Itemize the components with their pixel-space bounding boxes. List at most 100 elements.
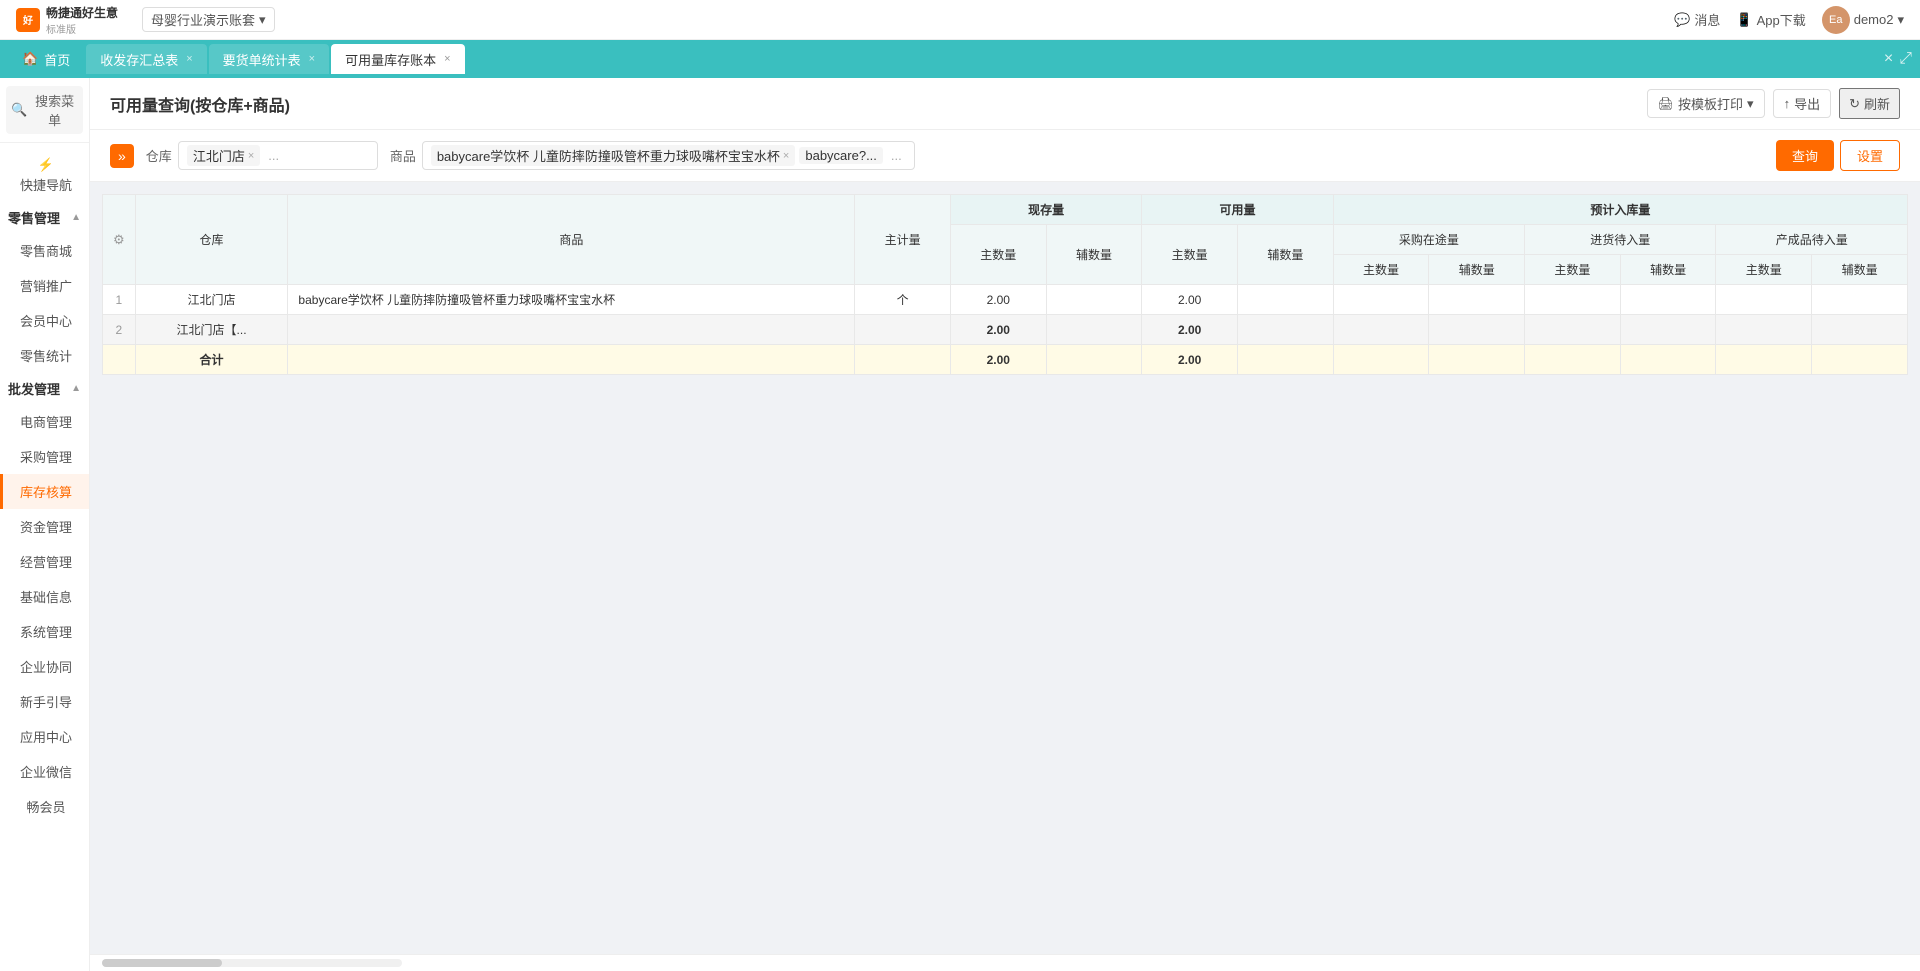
message-icon: 💬 (1674, 12, 1690, 28)
finance-label: 资金管理 (20, 517, 72, 536)
page-header: 可用量查询(按仓库+商品) 🖨 按模板打印 ▾ ↑ 导出 ↻ 刷新 (90, 78, 1920, 130)
tab-available-stock[interactable]: 可用量库存账本 × (331, 44, 464, 74)
refresh-label: 刷新 (1864, 94, 1890, 113)
wholesale-arrow-icon: ▲ (71, 383, 81, 394)
sidebar-item-newguide[interactable]: 新手引导 (0, 684, 89, 719)
tab-receive-send-close[interactable]: × (186, 53, 192, 65)
product-input[interactable]: babycare学饮杯 儿童防摔防撞吸管杯重力球吸嘴杯宝宝水杯 × babyca… (422, 141, 915, 170)
nav-tabs-actions: × ⤢ (1884, 50, 1912, 68)
row1-no: 1 (103, 285, 136, 315)
product-tag1: babycare学饮杯 儿童防摔防撞吸管杯重力球吸嘴杯宝宝水杯 × (431, 145, 796, 166)
sidebar-item-purchase[interactable]: 采购管理 (0, 439, 89, 474)
product-label: 商品 (390, 146, 416, 165)
sidebar-item-finance[interactable]: 资金管理 (0, 509, 89, 544)
product-tag1-remove[interactable]: × (783, 150, 789, 162)
app-download-btn[interactable]: 📱 App下载 (1736, 10, 1805, 29)
summary-empty2 (288, 345, 855, 375)
retail-stats-label: 零售统计 (20, 346, 72, 365)
th-arrival-aux: 辅数量 (1620, 255, 1716, 285)
brand-logo: 好 畅捷通好生意 标准版 (16, 4, 118, 36)
appcenter-label: 应用中心 (20, 727, 72, 746)
sidebar-item-basics[interactable]: 基础信息 (0, 579, 89, 614)
warehouse-tag-remove[interactable]: × (248, 150, 254, 162)
row1-unit: 个 (855, 285, 951, 315)
warehouse-more[interactable]: ... (264, 148, 283, 163)
nav-tabs: 🏠 首页 收发存汇总表 × 要货单统计表 × 可用量库存账本 × × ⤢ (0, 40, 1920, 78)
row1-warehouse: 江北门店 (135, 285, 288, 315)
summary-row: 合计 2.00 2.00 (103, 345, 1908, 375)
tab-available-stock-close[interactable]: × (444, 53, 450, 65)
summary-production-main (1716, 345, 1812, 375)
quick-nav-icon: ⚡ (38, 157, 54, 173)
sidebar-item-wechat[interactable]: 企业微信 (0, 754, 89, 789)
table-wrap: ⚙ 仓库 商品 主计量 现存量 可用量 预计入库量 主数量 辅数量 主数量 辅数… (90, 182, 1920, 954)
sidebar-item-ecommerce[interactable]: 电商管理 (0, 404, 89, 439)
sidebar-group-retail[interactable]: 零售管理 ▲ (0, 202, 89, 233)
brand-name: 畅捷通好生意 (46, 4, 118, 21)
sidebar-group-wholesale[interactable]: 批发管理 ▲ (0, 373, 89, 404)
fullscreen-btn[interactable]: ⤢ (1899, 50, 1912, 68)
industry-selector[interactable]: 母婴行业演示账套 ▾ (142, 7, 275, 32)
th-production-main: 主数量 (1716, 255, 1812, 285)
settings-icon[interactable]: ⚙ (113, 232, 125, 247)
query-btn[interactable]: 查询 (1776, 140, 1834, 171)
row2-unit (855, 315, 951, 345)
retail-shop-label: 零售商城 (20, 241, 72, 260)
operations-label: 经营管理 (20, 552, 72, 571)
message-label: 消息 (1694, 10, 1720, 29)
sidebar-item-appcenter[interactable]: 应用中心 (0, 719, 89, 754)
top-bar-right: 💬 消息 📱 App下载 Ea demo2 ▾ (1674, 6, 1904, 34)
row2-arrival-main (1525, 315, 1621, 345)
sidebar-item-enterprise[interactable]: 企业协同 (0, 649, 89, 684)
filter-toggle-btn[interactable]: » (110, 144, 134, 168)
sidebar-item-marketing[interactable]: 营销推广 (0, 268, 89, 303)
warehouse-tag-value: 江北门店 (193, 146, 245, 165)
tab-order-stats-label: 要货单统计表 (223, 50, 301, 69)
row1-production-main (1716, 285, 1812, 315)
summary-purchase-main (1333, 345, 1429, 375)
th-purchase-main: 主数量 (1333, 255, 1429, 285)
retail-arrow-icon: ▲ (71, 212, 81, 223)
sidebar-item-member2[interactable]: 畅会员 (0, 789, 89, 824)
tab-home[interactable]: 🏠 首页 (8, 44, 84, 74)
retail-label: 零售管理 (8, 208, 60, 227)
th-product: 商品 (288, 195, 855, 285)
sidebar-item-inventory[interactable]: 库存核算 (0, 474, 89, 509)
export-btn[interactable]: ↑ 导出 (1773, 89, 1832, 118)
tab-order-stats-close[interactable]: × (309, 53, 315, 65)
ecommerce-label: 电商管理 (20, 412, 72, 431)
sidebar-item-retail-shop[interactable]: 零售商城 (0, 233, 89, 268)
tab-receive-send-label: 收发存汇总表 (100, 50, 178, 69)
tab-order-stats[interactable]: 要货单统计表 × (209, 44, 329, 74)
th-settings[interactable]: ⚙ (103, 195, 136, 285)
template-print-btn[interactable]: 🖨 按模板打印 ▾ (1647, 89, 1765, 118)
setting-btn[interactable]: 设置 (1840, 140, 1900, 171)
row1-avail-aux (1238, 285, 1334, 315)
th-avail-aux: 辅数量 (1238, 225, 1334, 285)
user-menu[interactable]: Ea demo2 ▾ (1822, 6, 1904, 34)
product-more[interactable]: ... (887, 148, 906, 163)
message-btn[interactable]: 💬 消息 (1674, 10, 1720, 29)
scrollbar-track[interactable] (102, 959, 402, 967)
warehouse-input[interactable]: 江北门店 × ... (178, 141, 378, 170)
row2-avail-aux (1238, 315, 1334, 345)
member2-label: 畅会员 (26, 797, 65, 816)
sidebar-item-retail-stats[interactable]: 零售统计 (0, 338, 89, 373)
member-label: 会员中心 (20, 311, 72, 330)
tab-receive-send[interactable]: 收发存汇总表 × (86, 44, 206, 74)
th-stock-group: 现存量 (950, 195, 1141, 225)
refresh-btn[interactable]: ↻ 刷新 (1839, 88, 1900, 119)
scrollbar-thumb[interactable] (102, 959, 222, 967)
summary-stock-aux (1046, 345, 1142, 375)
wechat-label: 企业微信 (20, 762, 72, 781)
th-stock-main: 主数量 (950, 225, 1046, 285)
tab-home-label: 首页 (44, 50, 70, 69)
table-row: 1 江北门店 babycare学饮杯 儿童防摔防撞吸管杯重力球吸嘴杯宝宝水杯 个… (103, 285, 1908, 315)
sidebar-item-quick-nav[interactable]: ⚡ 快捷导航 (0, 149, 89, 202)
close-all-tabs-btn[interactable]: × (1884, 50, 1893, 68)
row2-product (288, 315, 855, 345)
sidebar-item-system[interactable]: 系统管理 (0, 614, 89, 649)
sidebar-item-member[interactable]: 会员中心 (0, 303, 89, 338)
sidebar-item-operations[interactable]: 经营管理 (0, 544, 89, 579)
search-menu-btn[interactable]: 🔍 搜索菜单 (6, 86, 83, 134)
